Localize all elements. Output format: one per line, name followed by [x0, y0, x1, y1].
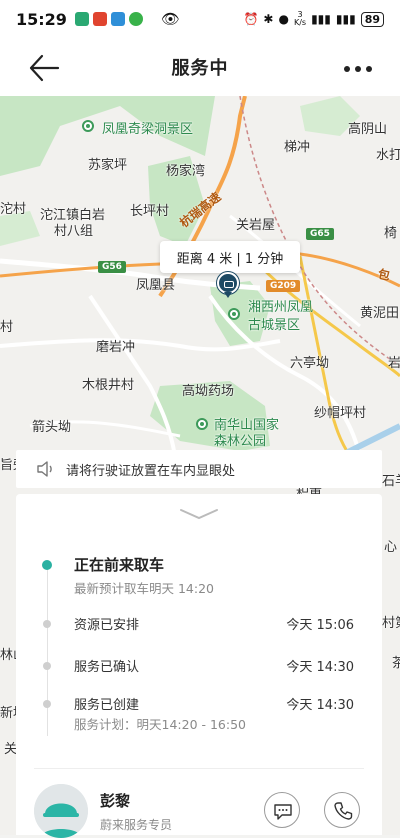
app-notification-icon [128, 12, 143, 26]
notice-text: 请将行驶证放置在车内显眼处 [66, 463, 236, 479]
status-indicators: ⏰ ✱ ● 3 K/s ▮▮▮ ▮▮▮ 89 [243, 11, 384, 27]
timeline-dot [43, 700, 51, 708]
map-label: 水打 [376, 148, 400, 163]
chat-button[interactable] [264, 792, 300, 828]
nav-bar: 服务中 [0, 38, 400, 96]
timeline-title: 服务已创建 [74, 698, 140, 713]
distance-text: 距离 4 米 | 1 分钟 [176, 251, 284, 267]
scenic-spot-icon [228, 308, 240, 320]
avatar-icon[interactable] [34, 784, 88, 838]
page-title: 服务中 [171, 58, 229, 79]
timeline-title: 服务已确认 [74, 660, 140, 675]
map-label: 茶 [392, 656, 400, 671]
road-badge-g209: G209 [266, 280, 301, 292]
bluetooth-icon: ✱ [263, 12, 274, 26]
speaker-icon [37, 461, 52, 477]
map-label: 高阴山 [348, 122, 388, 137]
map-label: 纱帽坪村 [314, 406, 367, 421]
map-label: 湘西州凤凰 [248, 300, 314, 315]
map-label: 森林公园 [214, 434, 267, 449]
map-label: 凤凰奇梁洞景区 [102, 122, 194, 137]
timeline-time: 今天 14:30 [286, 660, 354, 675]
timeline-line [47, 560, 48, 736]
agent-name: 彭黎 [100, 792, 131, 810]
map-label: 黄泥田 [360, 306, 400, 321]
scenic-spot-icon [82, 120, 94, 132]
timeline-dot-active [42, 560, 52, 570]
map-label: 长坪村 [130, 204, 170, 219]
notice-bar: 请将行驶证放置在车内显眼处 [16, 450, 382, 488]
app-notification-icon [110, 12, 125, 26]
map-label: 椅 [384, 226, 398, 241]
agent-role: 蔚来服务专员 [100, 818, 173, 832]
timeline-subtitle: 最新预计取车明天 14:20 [74, 581, 214, 596]
service-panel: 正在前来取车 最新预计取车明天 14:20 资源已安排 今天 15:06 服务已… [16, 494, 382, 838]
status-bar: 15:29 👁 ⏰ ✱ ● 3 K/s ▮▮▮ ▮▮▮ 89 [0, 0, 400, 38]
divider [34, 768, 364, 769]
signal-icon: ▮▮▮ [311, 12, 331, 26]
road-badge-g65: G65 [306, 228, 334, 240]
map-label: 木根井村 [82, 378, 135, 393]
distance-bubble: 距离 4 米 | 1 分钟 [160, 241, 300, 273]
phone-icon [334, 802, 353, 820]
map-label: 凤凰县 [136, 278, 176, 293]
timeline-time: 今天 14:30 [286, 698, 354, 713]
timeline-subtitle: 服务计划：明天14:20 - 16:50 [74, 717, 247, 732]
arrow-left-icon[interactable] [28, 53, 60, 83]
scenic-spot-icon [196, 418, 208, 430]
map-label: 苏家坪 [88, 158, 128, 173]
location-icon: ● [278, 12, 289, 26]
map-label: 高坳药场 [182, 384, 235, 399]
status-app-icons [74, 12, 143, 26]
eye-icon: 👁 [160, 10, 180, 28]
status-time: 15:29 [16, 9, 67, 29]
app-notification-icon [74, 12, 89, 26]
map-label: 磨岩冲 [96, 340, 136, 355]
map-label: 村八组 [54, 224, 94, 239]
alarm-icon: ⏰ [243, 12, 259, 26]
timeline-title: 资源已安排 [74, 618, 140, 633]
map-label: 六亭坳 [290, 356, 330, 371]
net-speed: 3 K/s [294, 11, 306, 27]
more-dots-icon[interactable] [344, 66, 372, 72]
map-label: 梯冲 [284, 140, 311, 155]
car-marker-icon[interactable] [217, 272, 239, 294]
map-label: 石羊 [382, 474, 400, 489]
timeline-dot [43, 620, 51, 628]
map-label: 岩 [388, 356, 400, 371]
map-label: 沱村 [0, 202, 27, 217]
chevron-down-icon[interactable] [179, 508, 219, 520]
map-label: 杨家湾 [166, 164, 206, 179]
chat-bubble-icon [274, 804, 292, 820]
timeline-title: 正在前来取车 [74, 556, 165, 574]
map-label: 箭头坳 [32, 420, 72, 435]
map-label: 古城景区 [248, 318, 301, 333]
map-label: 村 [0, 320, 14, 335]
map-label: 心 [384, 540, 398, 555]
signal-icon: ▮▮▮ [335, 12, 356, 26]
app-notification-icon [92, 12, 107, 26]
battery-icon: 89 [360, 11, 384, 27]
map-label: 关岩屋 [236, 218, 276, 233]
timeline-dot [43, 662, 51, 670]
net-speed-unit: K/s [293, 18, 307, 27]
road-badge-g56: G56 [98, 261, 126, 273]
phone-button[interactable] [324, 792, 360, 828]
timeline-time: 今天 15:06 [286, 618, 354, 633]
map-label: 村第 [382, 616, 400, 631]
